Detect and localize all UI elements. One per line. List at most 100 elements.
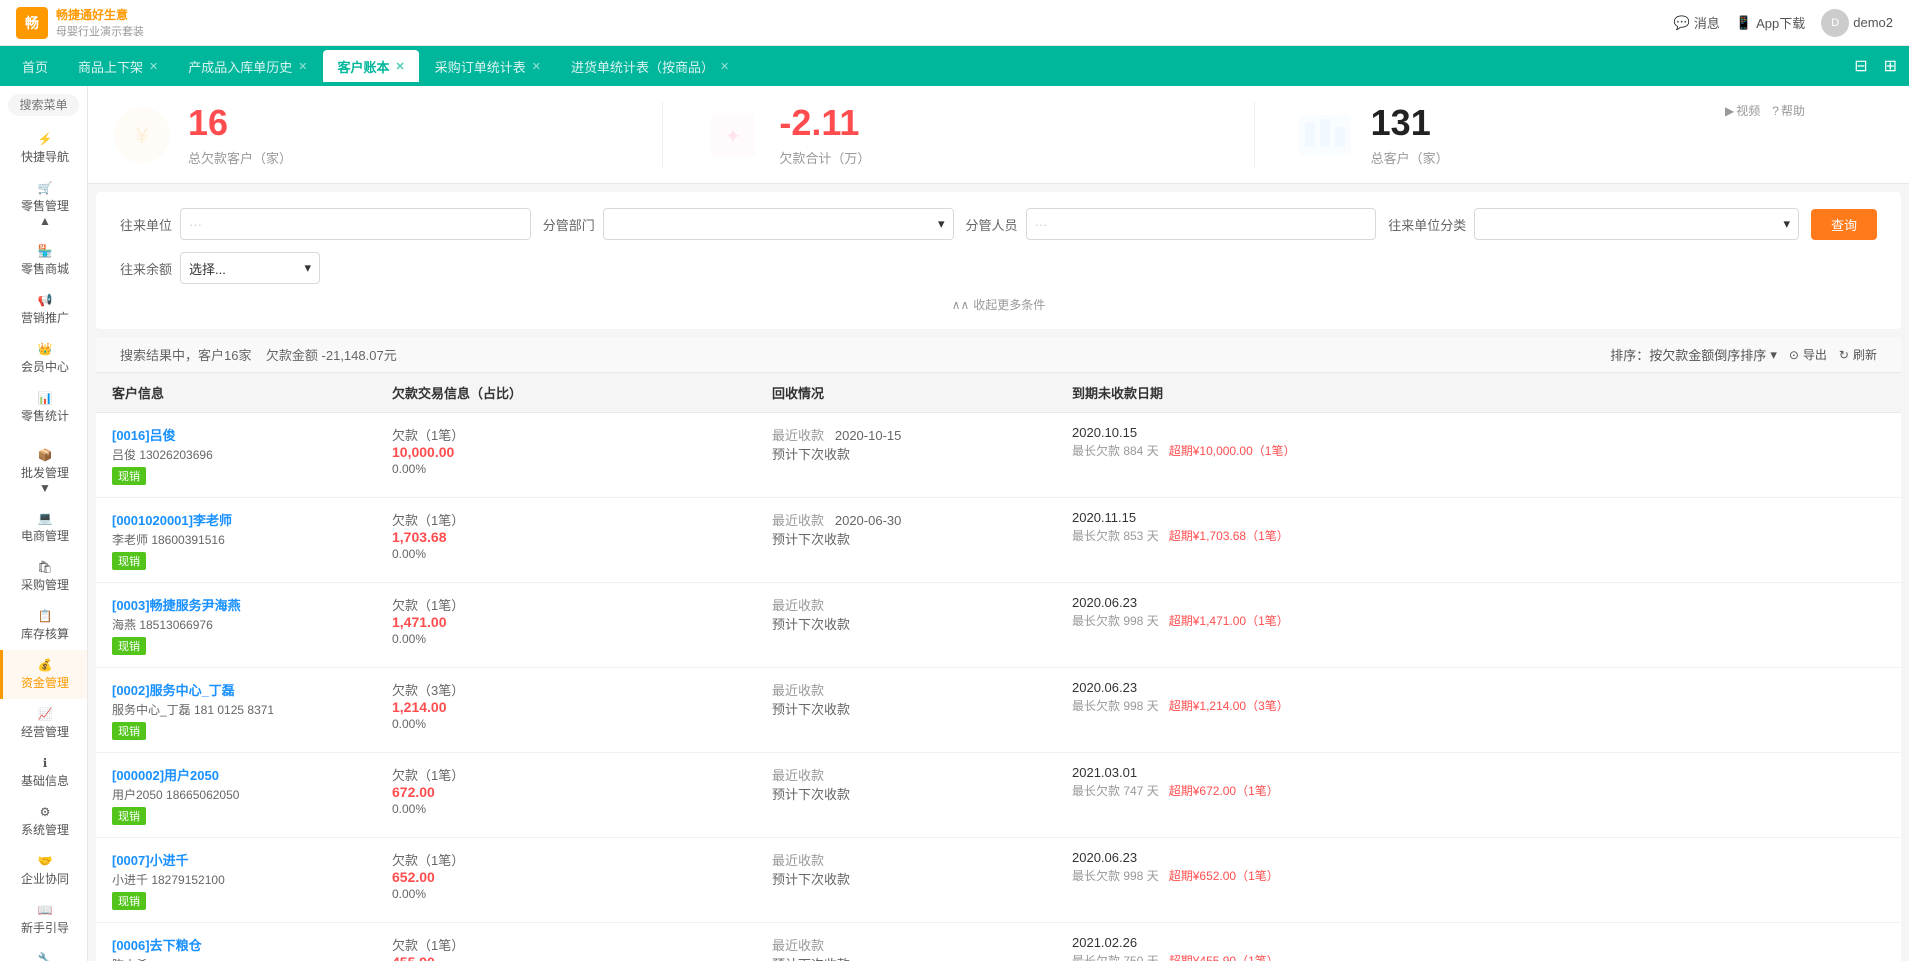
customer-name-3[interactable]: [0002]服务中心_丁磊 <box>112 680 392 699</box>
collection-cell: 最近收款 预计下次收款 <box>772 935 1072 961</box>
debt-count-4: 欠款（1笔） <box>392 765 772 784</box>
filter-row-1: 往来单位 ··· 分管部门 ▾ 分管人员 · <box>120 208 1877 240</box>
chevron-down-icon4: ▾ <box>1770 347 1777 363</box>
tab-close-icon[interactable]: ✕ <box>396 60 405 73</box>
debt-total-value: -2.11 <box>779 102 1213 144</box>
sidebar-item-wholesale[interactable]: 📦 批发管理 ▼ <box>0 440 87 503</box>
stats-row: ¥ 16 总欠款客户（家） ✦ -2.11 欠款合计 <box>88 86 1909 184</box>
tab-stock-stats[interactable]: 进货单统计表（按商品） ✕ <box>557 50 743 82</box>
overdue-days-1: 最长欠款 853 天 超期¥1,703.68（1笔） <box>1072 527 1885 544</box>
customer-tag-4: 现销 <box>112 807 146 825</box>
customer-name-4[interactable]: [000002]用户2050 <box>112 765 392 784</box>
debt-amount-0[interactable]: 10,000.00 <box>392 444 772 460</box>
tab-close-icon[interactable]: ✕ <box>532 60 541 73</box>
balance-select[interactable]: 选择... ▾ <box>180 252 320 284</box>
debt-info-cell: 欠款（1笔） 652.00 0.00% <box>392 850 772 901</box>
debt-amount-1[interactable]: 1,703.68 <box>392 529 772 545</box>
sidebar-item-retail-mall[interactable]: 🏪 零售商城 <box>0 236 87 285</box>
quick-nav-icon: ⚡ <box>38 132 53 146</box>
overdue-amount-0[interactable]: 超期¥10,000.00（1笔） <box>1169 444 1296 458</box>
tab-home[interactable]: 首页 <box>8 50 62 82</box>
collab-icon: 🤝 <box>38 854 53 868</box>
customer-name-6[interactable]: [0006]去下粮仓 <box>112 935 392 954</box>
debt-amount-2[interactable]: 1,471.00 <box>392 614 772 630</box>
tab-expand-btn[interactable]: ⊞ <box>1880 56 1901 76</box>
tab-minimize-btn[interactable]: ⊟ <box>1850 56 1871 76</box>
tab-close-icon[interactable]: ✕ <box>720 60 729 73</box>
chevron-down-icon2: ▾ <box>1783 216 1790 232</box>
customer-info-cell: [0016]吕俊 吕俊 13026203696 现销 <box>112 425 392 485</box>
overdue-cell: 2020.06.23 最长欠款 998 天 超期¥1,214.00（3笔） <box>1072 680 1885 714</box>
overdue-date-4: 2021.03.01 <box>1072 765 1885 780</box>
sidebar-item-retail-mgmt[interactable]: 🛒 零售管理 ▲ <box>0 173 87 236</box>
sidebar-item-collab[interactable]: 🤝 企业协同 <box>0 846 87 895</box>
collection-info-0: 最近收款 2020-10-15 <box>772 425 1072 444</box>
overdue-amount-6[interactable]: 超期¥455.90（1笔） <box>1169 954 1279 961</box>
col-debt-info: 欠款交易信息（占比） <box>392 383 772 402</box>
tab-close-icon[interactable]: ✕ <box>149 60 158 73</box>
sort-select[interactable]: 排序：按欠款金额倒序排序 ▾ <box>1610 345 1777 364</box>
top-right: 💬 消息 📱 App下载 D demo2 <box>1674 9 1893 37</box>
app-icon: 📱 <box>1736 15 1752 31</box>
sidebar-item-system[interactable]: ⚙ 系统管理 <box>0 797 87 846</box>
tab-goods[interactable]: 商品上下架 ✕ <box>64 50 172 82</box>
basic-info-icon: ℹ <box>43 756 48 770</box>
tab-customer-account[interactable]: 客户账本 ✕ <box>323 50 418 82</box>
next-collection-0: 预计下次收款 <box>772 444 1072 463</box>
app-download-btn[interactable]: 📱 App下载 <box>1736 13 1805 32</box>
next-collection-2: 预计下次收款 <box>772 614 1072 633</box>
tab-production[interactable]: 产成品入库单历史 ✕ <box>174 50 321 82</box>
debt-amount-5[interactable]: 652.00 <box>392 869 772 885</box>
next-collection-3: 预计下次收款 <box>772 699 1072 718</box>
search-btn[interactable]: 查询 <box>1811 209 1877 240</box>
person-input[interactable]: ··· <box>1026 208 1377 240</box>
user-avatar[interactable]: D demo2 <box>1821 9 1893 37</box>
next-collection-1: 预计下次收款 <box>772 529 1072 548</box>
unit-input[interactable]: ··· <box>180 208 531 240</box>
customer-phone-5: 小进千 18279152100 <box>112 871 392 888</box>
retail-mall-icon: 🏪 <box>38 244 53 258</box>
balance-label: 往来余额 <box>120 259 172 278</box>
sidebar-item-basic-info[interactable]: ℹ 基础信息 <box>0 748 87 797</box>
video-btn[interactable]: ▶ 视频 <box>1725 102 1760 119</box>
customer-name-5[interactable]: [0007]小进千 <box>112 850 392 869</box>
category-select[interactable]: ▾ <box>1474 208 1799 240</box>
help-btn[interactable]: ? 帮助 <box>1772 102 1805 119</box>
sidebar-item-guide[interactable]: 📖 新手引导 <box>0 895 87 944</box>
export-btn[interactable]: ⊙ 导出 <box>1789 346 1827 363</box>
customer-name-0[interactable]: [0016]吕俊 <box>112 425 392 444</box>
sidebar-item-marketing[interactable]: 📢 营销推广 <box>0 285 87 334</box>
overdue-amount-3[interactable]: 超期¥1,214.00（3笔） <box>1169 699 1289 713</box>
overdue-amount-1[interactable]: 超期¥1,703.68（1笔） <box>1169 529 1289 543</box>
customer-tag-3: 现销 <box>112 722 146 740</box>
sidebar-item-ecommerce[interactable]: 💻 电商管理 <box>0 503 87 552</box>
tab-purchase-order[interactable]: 采购订单统计表 ✕ <box>421 50 555 82</box>
collapse-row[interactable]: ∧∧ 收起更多条件 <box>120 296 1877 313</box>
sidebar-item-inventory[interactable]: 📋 库存核算 <box>0 601 87 650</box>
sidebar-item-operations[interactable]: 📈 经营管理 <box>0 699 87 748</box>
refresh-btn[interactable]: ↻ 刷新 <box>1839 346 1877 363</box>
sidebar-item-member[interactable]: 👑 会员中心 <box>0 334 87 383</box>
messages-btn[interactable]: 💬 消息 <box>1674 13 1720 32</box>
overdue-amount-5[interactable]: 超期¥652.00（1笔） <box>1169 869 1279 883</box>
sort-label: 排序：按欠款金额倒序排序 <box>1610 345 1766 364</box>
debt-amount-6[interactable]: 455.90 <box>392 954 772 961</box>
customer-name-2[interactable]: [0003]畅捷服务尹海燕 <box>112 595 392 614</box>
sidebar-item-quick-nav[interactable]: ⚡ 快捷导航 <box>0 124 87 173</box>
sidebar-item-app-center[interactable]: 🔧 应用中心 <box>0 944 87 961</box>
overdue-days-5: 最长欠款 998 天 超期¥652.00（1笔） <box>1072 867 1885 884</box>
sidebar-item-finance[interactable]: 💰 资金管理 <box>0 650 87 699</box>
overdue-amount-4[interactable]: 超期¥672.00（1笔） <box>1169 784 1279 798</box>
debt-amount-3[interactable]: 1,214.00 <box>392 699 772 715</box>
dept-select[interactable]: ▾ <box>603 208 954 240</box>
debt-amount-4[interactable]: 672.00 <box>392 784 772 800</box>
sidebar-item-purchase[interactable]: 🛍 采购管理 <box>0 552 87 601</box>
overdue-amount-2[interactable]: 超期¥1,471.00（1笔） <box>1169 614 1289 628</box>
customer-name-1[interactable]: [0001020001]李老师 <box>112 510 392 529</box>
tab-close-icon[interactable]: ✕ <box>298 60 307 73</box>
stat-icon-3 <box>1295 105 1355 165</box>
customer-info-cell: [0006]去下粮仓 陈小希 现销 <box>112 935 392 961</box>
sidebar-item-retail-stats[interactable]: 📊 零售统计 <box>0 383 87 432</box>
search-input[interactable] <box>8 94 79 116</box>
overdue-date-1: 2020.11.15 <box>1072 510 1885 525</box>
